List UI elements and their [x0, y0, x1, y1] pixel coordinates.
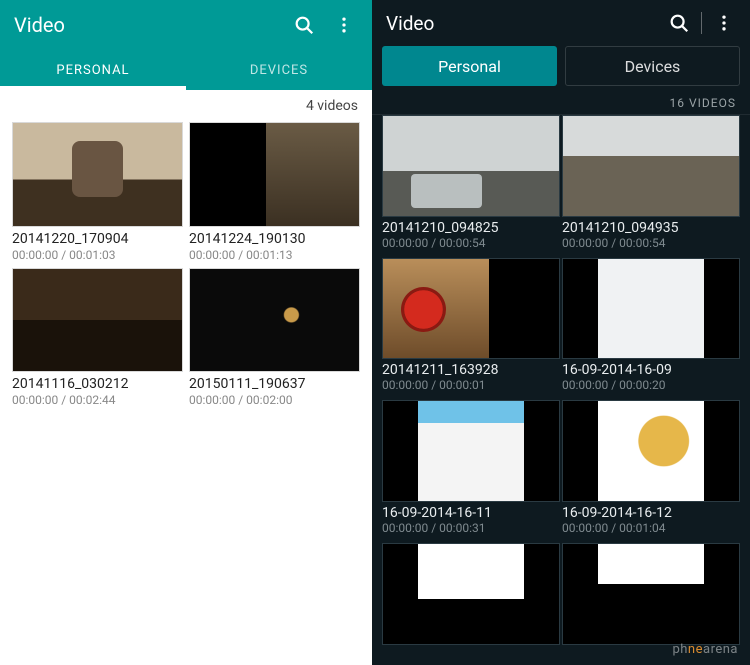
watermark: phnearena — [672, 642, 738, 657]
video-thumbnail — [382, 258, 560, 360]
video-item[interactable]: 16-09-2014-16-11 00:00:00 / 00:00:31 — [382, 400, 560, 541]
search-button[interactable] — [284, 5, 324, 45]
app-header: Video PERSONAL DEVICES — [0, 0, 372, 90]
video-item[interactable]: 20141211_163928 00:00:00 / 00:00:01 — [382, 258, 560, 399]
tab-devices[interactable]: Devices — [565, 46, 740, 86]
video-time: 00:00:00 / 00:01:03 — [12, 248, 183, 262]
video-count-label: 4 videos — [0, 90, 372, 118]
search-button[interactable] — [659, 3, 699, 43]
app-header: Video Personal Devices — [372, 0, 750, 92]
video-time: 00:00:00 / 00:02:00 — [189, 393, 360, 407]
app-title: Video — [386, 12, 659, 35]
tab-personal[interactable]: Personal — [382, 46, 557, 86]
watermark-text: ph — [672, 642, 687, 657]
video-count-label: 16 VIDEOS — [372, 92, 750, 115]
video-item[interactable] — [382, 543, 560, 651]
video-thumbnail — [562, 115, 740, 217]
video-name: 20141220_170904 — [12, 231, 183, 247]
video-item[interactable]: 20141116_030212 00:00:00 / 00:02:44 — [12, 268, 183, 408]
overflow-menu-button[interactable] — [704, 3, 744, 43]
video-time: 00:00:00 / 00:02:44 — [12, 393, 183, 407]
video-grid: 20141210_094825 00:00:00 / 00:00:54 2014… — [372, 115, 750, 651]
tab-devices[interactable]: DEVICES — [186, 50, 372, 90]
video-item[interactable]: 20141220_170904 00:00:00 / 00:01:03 — [12, 122, 183, 262]
video-thumbnail — [382, 115, 560, 217]
search-icon — [668, 12, 690, 34]
video-thumbnail — [382, 543, 560, 645]
app-title: Video — [14, 13, 284, 37]
video-name: 20141116_030212 — [12, 376, 183, 392]
tab-bar: Personal Devices — [372, 46, 750, 92]
video-item[interactable]: 20141224_190130 00:00:00 / 00:01:13 — [189, 122, 360, 262]
video-time: 00:00:00 / 00:00:31 — [382, 521, 560, 535]
video-app-screen-right: Video Personal Devices 16 VIDEOS 2014121… — [372, 0, 750, 665]
video-thumbnail — [382, 400, 560, 502]
header-divider — [701, 12, 702, 34]
watermark-text: arena — [703, 642, 738, 657]
video-name: 20141224_190130 — [189, 231, 360, 247]
video-grid: 20141220_170904 00:00:00 / 00:01:03 2014… — [0, 118, 372, 411]
video-name: 20141210_094935 — [562, 220, 740, 236]
video-time: 00:00:00 / 00:00:54 — [562, 236, 740, 250]
video-thumbnail — [12, 268, 183, 373]
video-item[interactable]: 20141210_094825 00:00:00 / 00:00:54 — [382, 115, 560, 256]
header-top-row: Video — [0, 0, 372, 50]
video-app-screen-left: Video PERSONAL DEVICES 4 videos 20141220… — [0, 0, 372, 665]
video-name: 16-09-2014-16-12 — [562, 505, 740, 521]
video-name: 20141210_094825 — [382, 220, 560, 236]
tab-personal[interactable]: PERSONAL — [0, 50, 186, 90]
video-thumbnail — [189, 122, 360, 227]
search-icon — [293, 14, 315, 36]
video-name: 16-09-2014-16-09 — [562, 362, 740, 378]
video-thumbnail — [12, 122, 183, 227]
video-item[interactable] — [562, 543, 740, 651]
video-time: 00:00:00 / 00:00:01 — [382, 378, 560, 392]
video-thumbnail — [562, 543, 740, 645]
video-item[interactable]: 16-09-2014-16-09 00:00:00 / 00:00:20 — [562, 258, 740, 399]
video-time: 00:00:00 / 00:01:13 — [189, 248, 360, 262]
more-vert-icon — [334, 15, 354, 35]
video-thumbnail — [562, 400, 740, 502]
video-name: 20141211_163928 — [382, 362, 560, 378]
video-time: 00:00:00 / 00:00:20 — [562, 378, 740, 392]
video-thumbnail — [189, 268, 360, 373]
header-top-row: Video — [372, 0, 750, 46]
video-name: 16-09-2014-16-11 — [382, 505, 560, 521]
more-vert-icon — [714, 13, 734, 33]
video-thumbnail — [562, 258, 740, 360]
video-item[interactable]: 16-09-2014-16-12 00:00:00 / 00:01:04 — [562, 400, 740, 541]
tab-bar: PERSONAL DEVICES — [0, 50, 372, 90]
video-time: 00:00:00 / 00:00:54 — [382, 236, 560, 250]
overflow-menu-button[interactable] — [324, 5, 364, 45]
watermark-accent: ne — [688, 642, 703, 657]
video-name: 20150111_190637 — [189, 376, 360, 392]
video-item[interactable]: 20150111_190637 00:00:00 / 00:02:00 — [189, 268, 360, 408]
video-time: 00:00:00 / 00:01:04 — [562, 521, 740, 535]
video-item[interactable]: 20141210_094935 00:00:00 / 00:00:54 — [562, 115, 740, 256]
